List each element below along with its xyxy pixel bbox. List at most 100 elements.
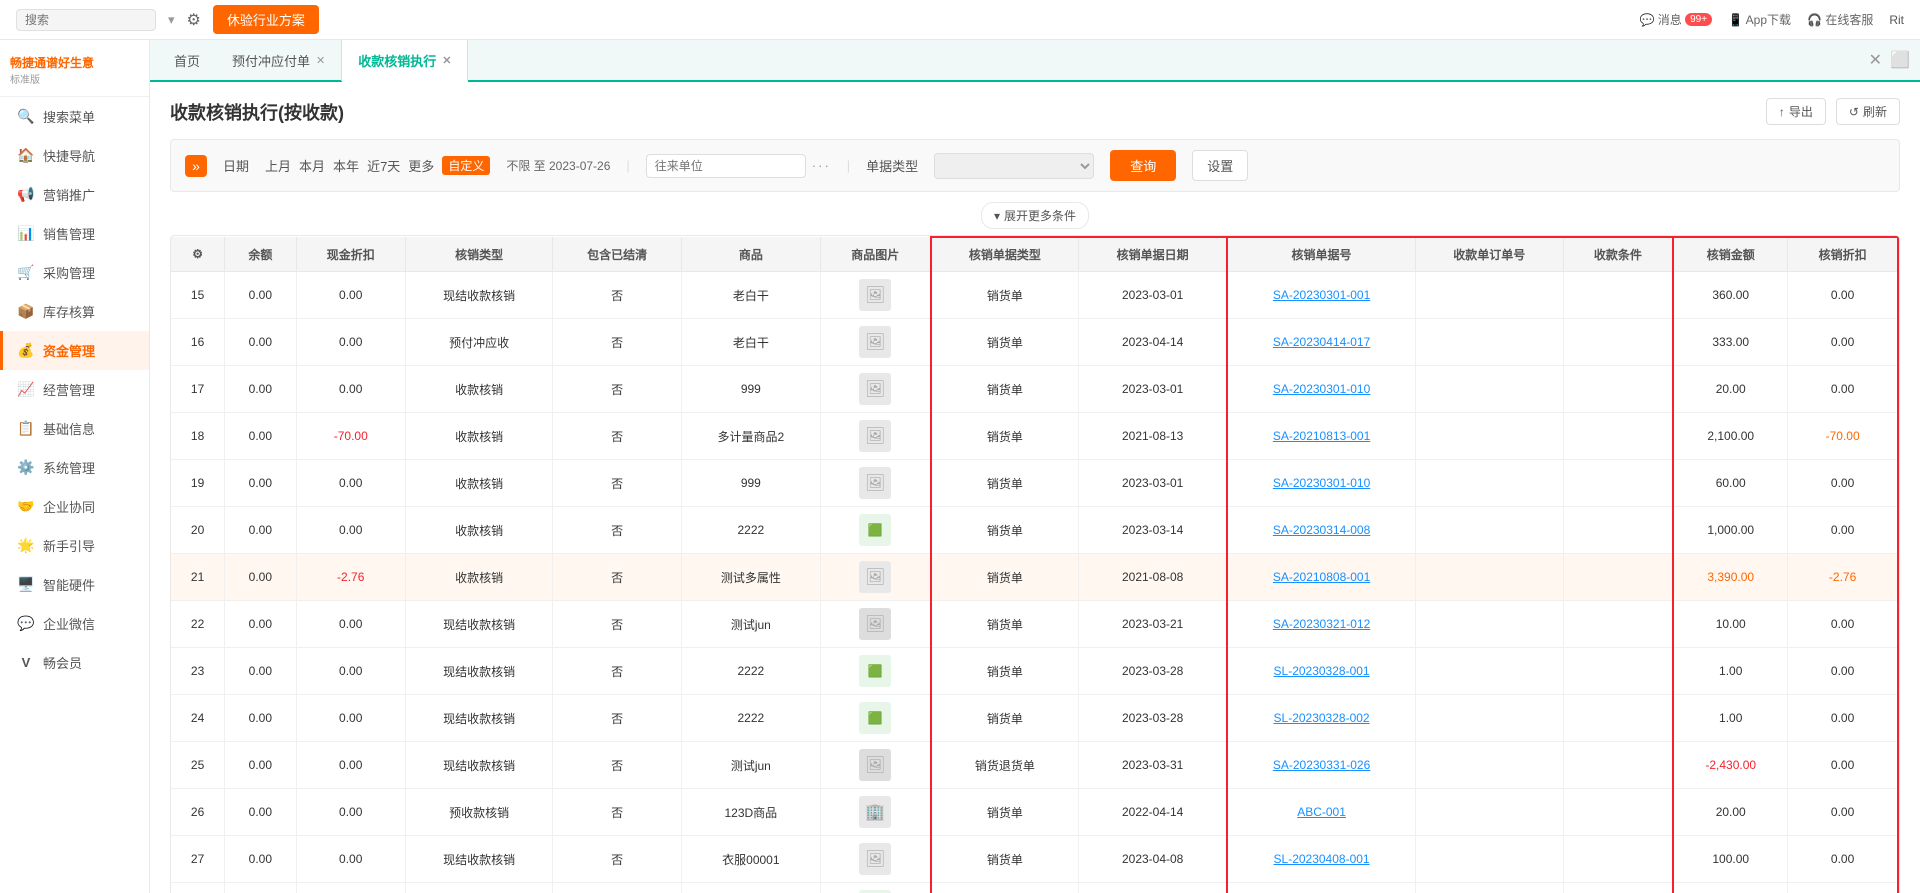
cell-bill-type: 销货单 (931, 648, 1079, 695)
sidebar-item-search[interactable]: 🔍 搜索菜单 (0, 97, 149, 136)
tab-home[interactable]: 首页 (158, 40, 216, 81)
sidebar-item-guide[interactable]: 🌟 新手引导 (0, 526, 149, 565)
filter-bill-type-select[interactable] (934, 153, 1094, 179)
expand-icon: ▾ (994, 209, 1000, 223)
expand-more-button[interactable]: ▾ 展开更多条件 (981, 202, 1089, 229)
cell-bill-no[interactable]: SL-20230328-001 (1227, 648, 1416, 695)
cell-pay-term (1563, 836, 1673, 883)
cell-discount: 0.00 (296, 789, 405, 836)
product-thumbnail: 🟩 (859, 514, 891, 546)
sidebar-label-collab: 企业协同 (43, 497, 95, 516)
cell-bill-date: 2023-04-08 (1079, 836, 1227, 883)
sidebar-label-sales: 销售管理 (43, 224, 95, 243)
cell-bill-no[interactable]: SA-20230301-001 (1227, 272, 1416, 319)
cell-pay-term (1563, 695, 1673, 742)
cell-bill-date: 2023-03-14 (1079, 507, 1227, 554)
sidebar-item-purchase[interactable]: 🛒 采购管理 (0, 253, 149, 292)
cell-order-no (1416, 460, 1563, 507)
cell-no: 21 (171, 554, 225, 601)
filter-7days[interactable]: 近7天 (367, 156, 400, 175)
cell-bill-no[interactable]: ABC-001 (1227, 789, 1416, 836)
sidebar-item-member[interactable]: V 畅会员 (0, 643, 149, 682)
industry-solution-button[interactable]: 休验行业方案 (213, 5, 319, 34)
tab-prepay-close[interactable]: ✕ (316, 54, 325, 67)
tab-bar: 首页 预付冲应付单 ✕ 收款核销执行 ✕ ✕ ⬜ (150, 40, 1920, 82)
sidebar-item-system[interactable]: ⚙️ 系统管理 (0, 448, 149, 487)
search-input[interactable] (16, 9, 156, 31)
cell-bill-date: 2023-03-31 (1079, 742, 1227, 789)
filter-this-month[interactable]: 本月 (299, 156, 325, 175)
top-bar-right: 💬 消息 99+ 📱 App下载 🎧 在线客服 Rit (1639, 11, 1904, 28)
basic-icon: 📋 (17, 420, 35, 437)
cell-pay-term (1563, 554, 1673, 601)
sidebar-item-marketing[interactable]: 📢 营销推广 (0, 175, 149, 214)
cell-goods: 老白干 (681, 272, 820, 319)
notification-badge: 99+ (1685, 13, 1712, 26)
cell-bill-no[interactable]: SA-20230331-026 (1227, 742, 1416, 789)
filter-more[interactable]: 更多 (408, 156, 434, 175)
cell-balance: 0.00 (225, 554, 296, 601)
col-settings[interactable]: ⚙ (171, 237, 225, 272)
filter-partner-input[interactable] (646, 154, 806, 178)
setting-button[interactable]: 设置 (1192, 150, 1248, 181)
cell-bill-no[interactable]: SA-20230314-008 (1227, 507, 1416, 554)
cell-bill-no[interactable]: SL-20230328-002 (1227, 695, 1416, 742)
sidebar-item-basic[interactable]: 📋 基础信息 (0, 409, 149, 448)
cell-bill-no[interactable]: SL-20230418-001 (1227, 883, 1416, 893)
sidebar-item-hardware[interactable]: 🖥️ 智能硬件 (0, 565, 149, 604)
table-body: 15 0.00 0.00 现结收款核销 否 老白干 🖼 销货单 2023-03-… (171, 272, 1898, 893)
filter-custom[interactable]: 自定义 (442, 156, 490, 175)
user-area[interactable]: Rit (1889, 13, 1904, 27)
cell-settled: 否 (553, 366, 681, 413)
refresh-button[interactable]: ↺ 刷新 (1836, 98, 1900, 125)
product-thumbnail: 🖼 (859, 326, 891, 358)
sidebar-item-shortcut[interactable]: 🏠 快捷导航 (0, 136, 149, 175)
settings-icon[interactable]: ⚙ (187, 10, 201, 30)
filter-expand-button[interactable]: » (185, 155, 207, 177)
query-button[interactable]: 查询 (1110, 150, 1176, 181)
sidebar-item-inventory[interactable]: 📦 库存核算 (0, 292, 149, 331)
cell-goods: 测试jun (681, 742, 820, 789)
sidebar-item-finance[interactable]: 💰 资金管理 (0, 331, 149, 370)
cell-amount: 20.00 (1673, 366, 1787, 413)
close-window-icon[interactable]: ✕ (1869, 50, 1882, 70)
notification-area[interactable]: 💬 消息 99+ (1639, 11, 1712, 28)
page-title: 收款核销执行(按收款) (170, 99, 344, 125)
sidebar-item-business[interactable]: 📈 经营管理 (0, 370, 149, 409)
cell-wo-discount: -2.76 (1788, 554, 1898, 601)
cell-img: 🖼 (820, 366, 930, 413)
cell-bill-no[interactable]: SA-20230414-017 (1227, 319, 1416, 366)
cell-type: 现结收款核销 (405, 272, 552, 319)
online-service-link[interactable]: 🎧 在线客服 (1807, 11, 1873, 28)
tab-prepay[interactable]: 预付冲应付单 ✕ (216, 40, 342, 81)
cell-type: 现结收款核销 (405, 695, 552, 742)
col-goods: 商品 (681, 237, 820, 272)
sidebar-item-sales[interactable]: 📊 销售管理 (0, 214, 149, 253)
cell-bill-no[interactable]: SA-20210808-001 (1227, 554, 1416, 601)
product-thumbnail: 🖼 (859, 843, 891, 875)
cell-bill-no[interactable]: SA-20210813-001 (1227, 413, 1416, 460)
export-button[interactable]: ↑ 导出 (1766, 98, 1826, 125)
filter-this-year[interactable]: 本年 (333, 156, 359, 175)
cell-bill-no[interactable]: SA-20230301-010 (1227, 366, 1416, 413)
cell-order-no (1416, 883, 1563, 893)
product-thumbnail: 🟩 (859, 655, 891, 687)
sidebar-item-wechat[interactable]: 💬 企业微信 (0, 604, 149, 643)
sidebar-item-collab[interactable]: 🤝 企业协同 (0, 487, 149, 526)
filter-partner-dots[interactable]: ··· (812, 158, 831, 173)
cell-goods: 999 (681, 460, 820, 507)
table-row: 19 0.00 0.00 收款核销 否 999 🖼 销货单 2023-03-01… (171, 460, 1898, 507)
finance-icon: 💰 (17, 342, 35, 359)
cell-pay-term (1563, 413, 1673, 460)
tab-writeoff[interactable]: 收款核销执行 ✕ (342, 40, 468, 82)
cell-balance: 0.00 (225, 789, 296, 836)
cell-bill-no[interactable]: SL-20230408-001 (1227, 836, 1416, 883)
cell-bill-no[interactable]: SA-20230321-012 (1227, 601, 1416, 648)
table-row: 17 0.00 0.00 收款核销 否 999 🖼 销货单 2023-03-01… (171, 366, 1898, 413)
cell-order-no (1416, 601, 1563, 648)
tab-writeoff-close[interactable]: ✕ (442, 54, 451, 67)
app-download-link[interactable]: 📱 App下载 (1728, 11, 1791, 28)
maximize-icon[interactable]: ⬜ (1890, 50, 1910, 70)
cell-bill-no[interactable]: SA-20230301-010 (1227, 460, 1416, 507)
filter-last-month[interactable]: 上月 (265, 156, 291, 175)
